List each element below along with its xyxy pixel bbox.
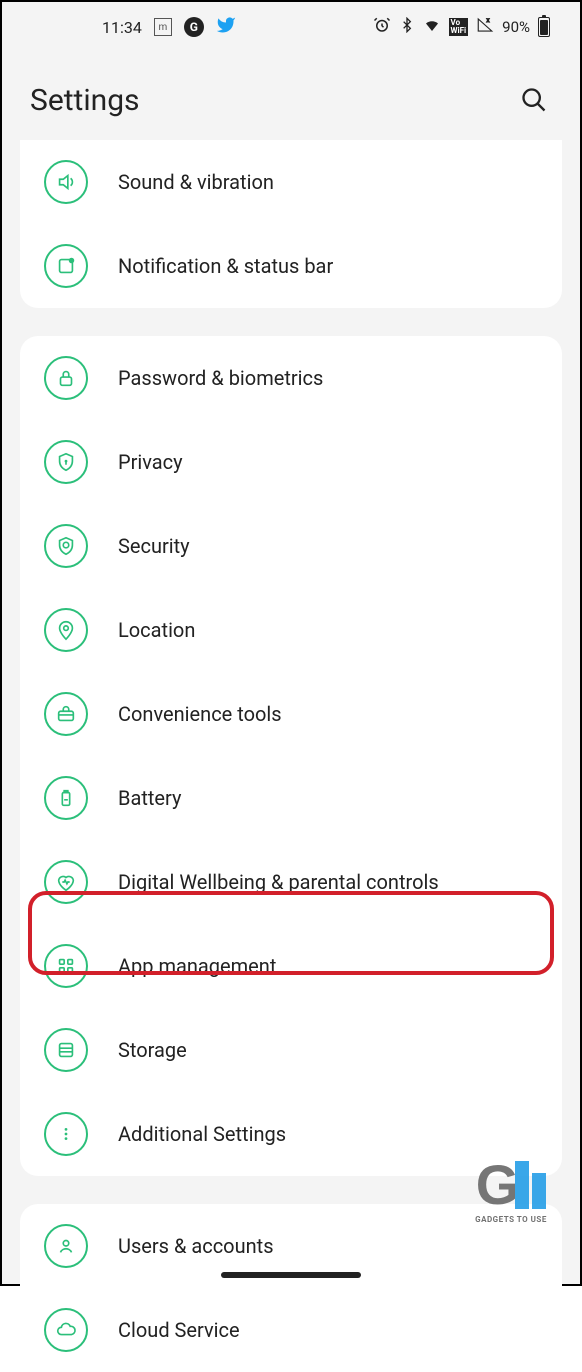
settings-item-app-management[interactable]: App management xyxy=(20,924,562,1008)
location-icon xyxy=(44,608,88,652)
settings-item-digital-wellbeing[interactable]: Digital Wellbeing & parental controls xyxy=(20,840,562,924)
settings-item-label: Security xyxy=(118,534,190,558)
privacy-icon xyxy=(44,440,88,484)
notification-icon xyxy=(44,244,88,288)
settings-group-1: Sound & vibration Notification & status … xyxy=(20,140,562,308)
settings-item-password-biometrics[interactable]: Password & biometrics xyxy=(20,336,562,420)
settings-item-label: Privacy xyxy=(118,450,183,474)
cloud-icon xyxy=(44,1308,88,1352)
settings-item-location[interactable]: Location xyxy=(20,588,562,672)
settings-item-label: Users & accounts xyxy=(118,1234,274,1258)
settings-item-privacy[interactable]: Privacy xyxy=(20,420,562,504)
settings-item-label: Storage xyxy=(118,1038,187,1062)
settings-item-label: Convenience tools xyxy=(118,702,282,726)
svg-text:x: x xyxy=(487,17,490,24)
home-indicator[interactable] xyxy=(221,1272,361,1278)
heart-icon xyxy=(44,860,88,904)
header: Settings xyxy=(2,52,580,148)
page-title: Settings xyxy=(30,83,140,118)
settings-item-label: Location xyxy=(118,618,195,642)
battery-level-icon xyxy=(538,17,550,37)
alarm-icon xyxy=(373,16,391,38)
settings-item-security[interactable]: Security xyxy=(20,504,562,588)
search-button[interactable] xyxy=(516,82,552,118)
signal-icon: x xyxy=(476,16,494,38)
settings-item-label: Notification & status bar xyxy=(118,254,333,278)
settings-item-label: Battery xyxy=(118,786,181,810)
settings-item-label: Sound & vibration xyxy=(118,170,274,194)
status-time: 11:34 xyxy=(102,18,142,37)
app-indicator-m-icon: m xyxy=(154,18,172,36)
app-indicator-g-icon: G xyxy=(184,17,204,37)
settings-group-2: Password & biometrics Privacy Security L… xyxy=(20,336,562,1176)
toolbox-icon xyxy=(44,692,88,736)
settings-item-storage[interactable]: Storage xyxy=(20,1008,562,1092)
watermark: G GADGETS TO USE xyxy=(446,1157,576,1224)
wifi-icon xyxy=(423,16,441,38)
volume-icon xyxy=(44,160,88,204)
watermark-text: GADGETS TO USE xyxy=(446,1215,576,1224)
apps-icon xyxy=(44,944,88,988)
user-icon xyxy=(44,1224,88,1268)
settings-group-3: Users & accounts Cloud Service xyxy=(20,1204,562,1372)
settings-item-label: Digital Wellbeing & parental controls xyxy=(118,870,439,894)
settings-item-label: App management xyxy=(118,954,276,978)
lock-icon xyxy=(44,356,88,400)
settings-item-sound-vibration[interactable]: Sound & vibration xyxy=(20,140,562,224)
twitter-icon xyxy=(216,15,236,39)
more-icon xyxy=(44,1112,88,1156)
settings-item-battery[interactable]: Battery xyxy=(20,756,562,840)
settings-item-cloud-service[interactable]: Cloud Service xyxy=(20,1288,562,1372)
security-icon xyxy=(44,524,88,568)
status-bar: 11:34 m G VoWiFi x 90% xyxy=(2,2,580,52)
battery-setting-icon xyxy=(44,776,88,820)
vowifi-icon: VoWiFi xyxy=(449,18,469,36)
settings-item-label: Cloud Service xyxy=(118,1318,240,1342)
settings-item-label: Additional Settings xyxy=(118,1122,286,1146)
settings-item-label: Password & biometrics xyxy=(118,366,323,390)
storage-icon xyxy=(44,1028,88,1072)
bluetooth-icon xyxy=(399,17,415,37)
settings-item-notification-status-bar[interactable]: Notification & status bar xyxy=(20,224,562,308)
settings-item-convenience-tools[interactable]: Convenience tools xyxy=(20,672,562,756)
search-icon xyxy=(520,86,548,114)
battery-percentage: 90% xyxy=(502,18,530,36)
